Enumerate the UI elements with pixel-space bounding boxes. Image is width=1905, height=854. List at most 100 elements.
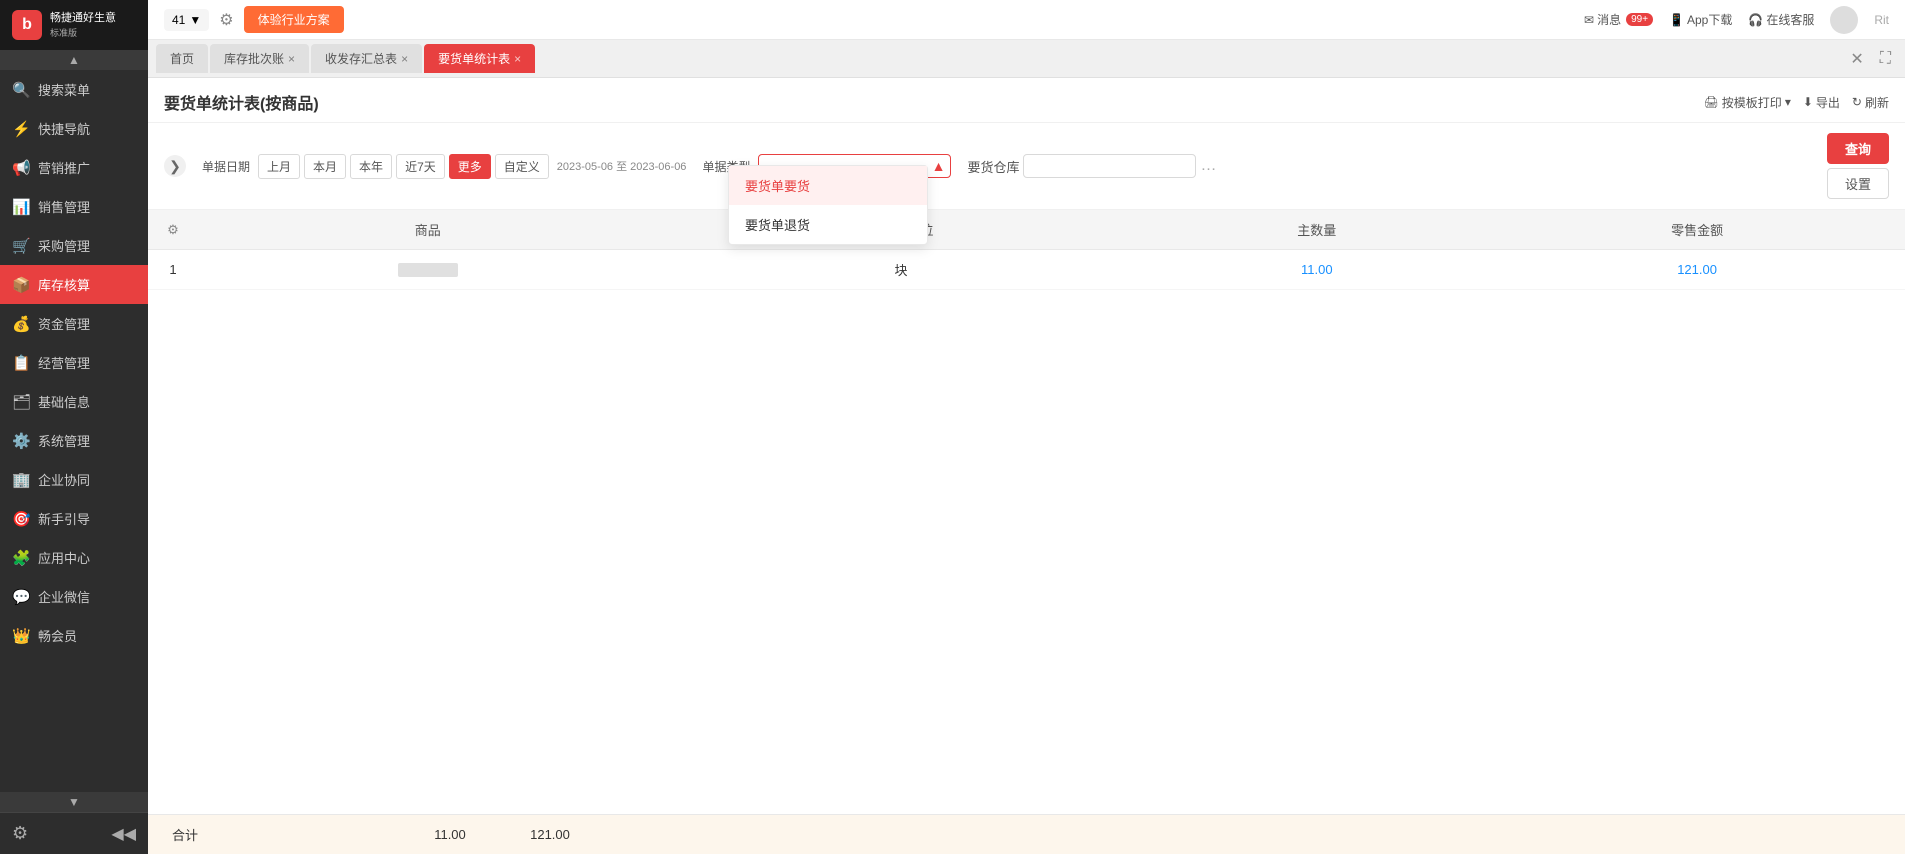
page-actions: 🖨 按模板打印 ▾ ⬇ 导出 ↻ 刷新 [1704,94,1889,111]
sidebar-item-wechat[interactable]: 💬企业微信 [0,577,148,616]
close-tab-button[interactable]: ✕ [1844,47,1869,71]
col-product: 商品 [198,210,658,250]
app-download-item[interactable]: 📱 App下载 [1669,11,1732,28]
store-name: 41 [172,13,185,27]
sidebar-scroll-down[interactable]: ▼ [0,792,148,812]
tab-home[interactable]: 首页 [156,44,208,73]
sidebar-item-operation[interactable]: 📋经营管理 [0,343,148,382]
print-chevron-icon: ▾ [1785,95,1791,109]
print-template-action[interactable]: 🖨 按模板打印 ▾ [1704,94,1791,111]
date-last-month-btn[interactable]: 上月 [258,154,300,179]
tab-inventory-batch[interactable]: 库存批次账× [210,44,309,73]
tab-label-home: 首页 [170,50,194,67]
query-button[interactable]: 查询 [1827,133,1889,164]
warehouse-label: 要货仓库 [967,157,1019,176]
warehouse-filter-group: 要货仓库 … [967,154,1216,178]
col-settings[interactable]: ⚙ [148,210,198,250]
sidebar-item-enterprise[interactable]: 🏢企业协同 [0,460,148,499]
tab-order-stats[interactable]: 要货单统计表× [424,44,535,73]
warehouse-input[interactable] [1023,154,1196,178]
sidebar-item-marketing[interactable]: 📢营销推广 [0,148,148,187]
date-more-btn[interactable]: 更多 [449,154,491,179]
table-footer: 合计 11.00 121.00 [148,814,1905,854]
cell-qty-0: 11.00 [1144,250,1489,290]
date-label: 单据日期 [202,158,250,175]
filter-toggle-button[interactable]: ❯ [164,155,186,177]
dropdown-item-order-return[interactable]: 要货单退货 [729,205,927,244]
settings-icon-header[interactable]: ⚙ [219,10,233,30]
cell-index-0: 1 [148,250,198,290]
sidebar-label-system: 系统管理 [38,431,90,450]
message-icon: ✉ [1584,13,1594,27]
inventory-icon: 📦 [12,276,30,294]
sidebar: b 畅捷通好生意 标准版 ▲ 🔍搜索菜单⚡快捷导航📢营销推广 📊 销售管理 🛒采购管理… [0,0,148,854]
phone-icon: 📱 [1669,13,1684,27]
sidebar-label-member: 畅会员 [38,626,77,645]
tab-close-order-stats[interactable]: × [514,53,521,65]
settings-icon[interactable]: ⚙ [12,823,28,844]
shortcut-icon: ⚡ [12,120,30,138]
tab-recv-summary[interactable]: 收发存汇总表 × [311,44,422,73]
column-settings-icon[interactable]: ⚙ [167,222,179,237]
sales-icon: 📊 [12,198,30,216]
sidebar-item-inventory[interactable]: 📦 库存核算 [0,265,148,304]
tab-close-inventory-batch[interactable]: × [288,53,295,65]
member-icon: 👑 [12,627,30,645]
top-header: 41 ▼ ⚙ 体验行业方案 ✉ 消息 99+ 📱 App下载 🎧 在线客服 Ri… [148,0,1905,40]
sidebar-label-guide: 新手引导 [38,509,90,528]
export-icon: ⬇ [1803,95,1813,109]
sidebar-label-finance: 资金管理 [38,314,90,333]
date-this-year-btn[interactable]: 本年 [350,154,392,179]
warehouse-more-icon[interactable]: … [1200,157,1216,175]
sidebar-item-basic[interactable]: 🗂基础信息 [0,382,148,421]
refresh-action[interactable]: ↻ 刷新 [1852,94,1889,111]
sidebar-collapse-button[interactable]: ◀◀ [111,824,136,844]
date-this-month-btn[interactable]: 本月 [304,154,346,179]
user-name: Rit [1874,13,1889,27]
col-qty: 主数量 [1144,210,1489,250]
message-item[interactable]: ✉ 消息 99+ [1584,11,1653,28]
expand-tab-button[interactable]: ⛶ [1874,48,1897,70]
finance-icon: 💰 [12,315,30,333]
sidebar-item-system[interactable]: ⚙️系统管理 [0,421,148,460]
appstore-icon: 🧩 [12,549,30,567]
online-service-label: 在线客服 [1766,11,1814,28]
sidebar-item-guide[interactable]: 🎯新手引导 [0,499,148,538]
date-7days-btn[interactable]: 近7天 [396,154,445,179]
tab-label-recv-summary: 收发存汇总表 [325,50,397,67]
table-row: 1 块 11.00 121.00 [148,250,1905,290]
sidebar-item-member[interactable]: 👑 畅会员 [0,616,148,655]
product-placeholder-0 [398,263,458,277]
app-logo: b 畅捷通好生意 标准版 [0,0,148,50]
store-dropdown-icon: ▼ [189,13,201,27]
date-custom-btn[interactable]: 自定义 [495,154,549,179]
store-selector[interactable]: 41 ▼ [164,9,209,31]
online-service-item[interactable]: 🎧 在线客服 [1748,11,1814,28]
sidebar-item-purchase[interactable]: 🛒采购管理 [0,226,148,265]
col-amount: 零售金额 [1489,210,1905,250]
cell-amount-0: 121.00 [1489,250,1905,290]
sidebar-scroll-up[interactable]: ▲ [0,50,148,70]
settings-button[interactable]: 设置 [1827,168,1889,199]
logo-icon: b [12,10,42,40]
tab-close-recv-summary[interactable]: × [401,53,408,65]
dropdown-item-order-goods[interactable]: 要货单要货 [729,166,927,205]
trial-button[interactable]: 体验行业方案 [244,6,344,33]
basic-icon: 🗂 [12,393,30,411]
date-filter-group: 单据日期 上月 本月 本年 近7天 更多 自定义 2023-05-06 至 20… [202,154,686,179]
sidebar-label-inventory: 库存核算 [38,275,90,294]
avatar[interactable] [1830,6,1858,34]
sidebar-item-appstore[interactable]: 🧩应用中心 [0,538,148,577]
message-label: 消息 [1597,11,1621,28]
sidebar-item-finance[interactable]: 💰 资金管理 [0,304,148,343]
sidebar-label-sales: 销售管理 [38,197,90,216]
data-table: ⚙ 商品 主计量单位 主数量 零售金额 1 块 11.00 121. [148,210,1905,290]
sidebar-item-shortcut[interactable]: ⚡快捷导航 [0,109,148,148]
sidebar-item-sales[interactable]: 📊 销售管理 [0,187,148,226]
export-action[interactable]: ⬇ 导出 [1803,94,1840,111]
page-content: 要货单统计表(按商品) 🖨 按模板打印 ▾ ⬇ 导出 ↻ 刷新 ❯ [148,78,1905,854]
sidebar-item-search[interactable]: 🔍搜索菜单 [0,70,148,109]
marketing-icon: 📢 [12,159,30,177]
print-icon: 🖨 [1704,95,1719,109]
date-buttons: 上月 本月 本年 近7天 更多 自定义 [258,154,549,179]
